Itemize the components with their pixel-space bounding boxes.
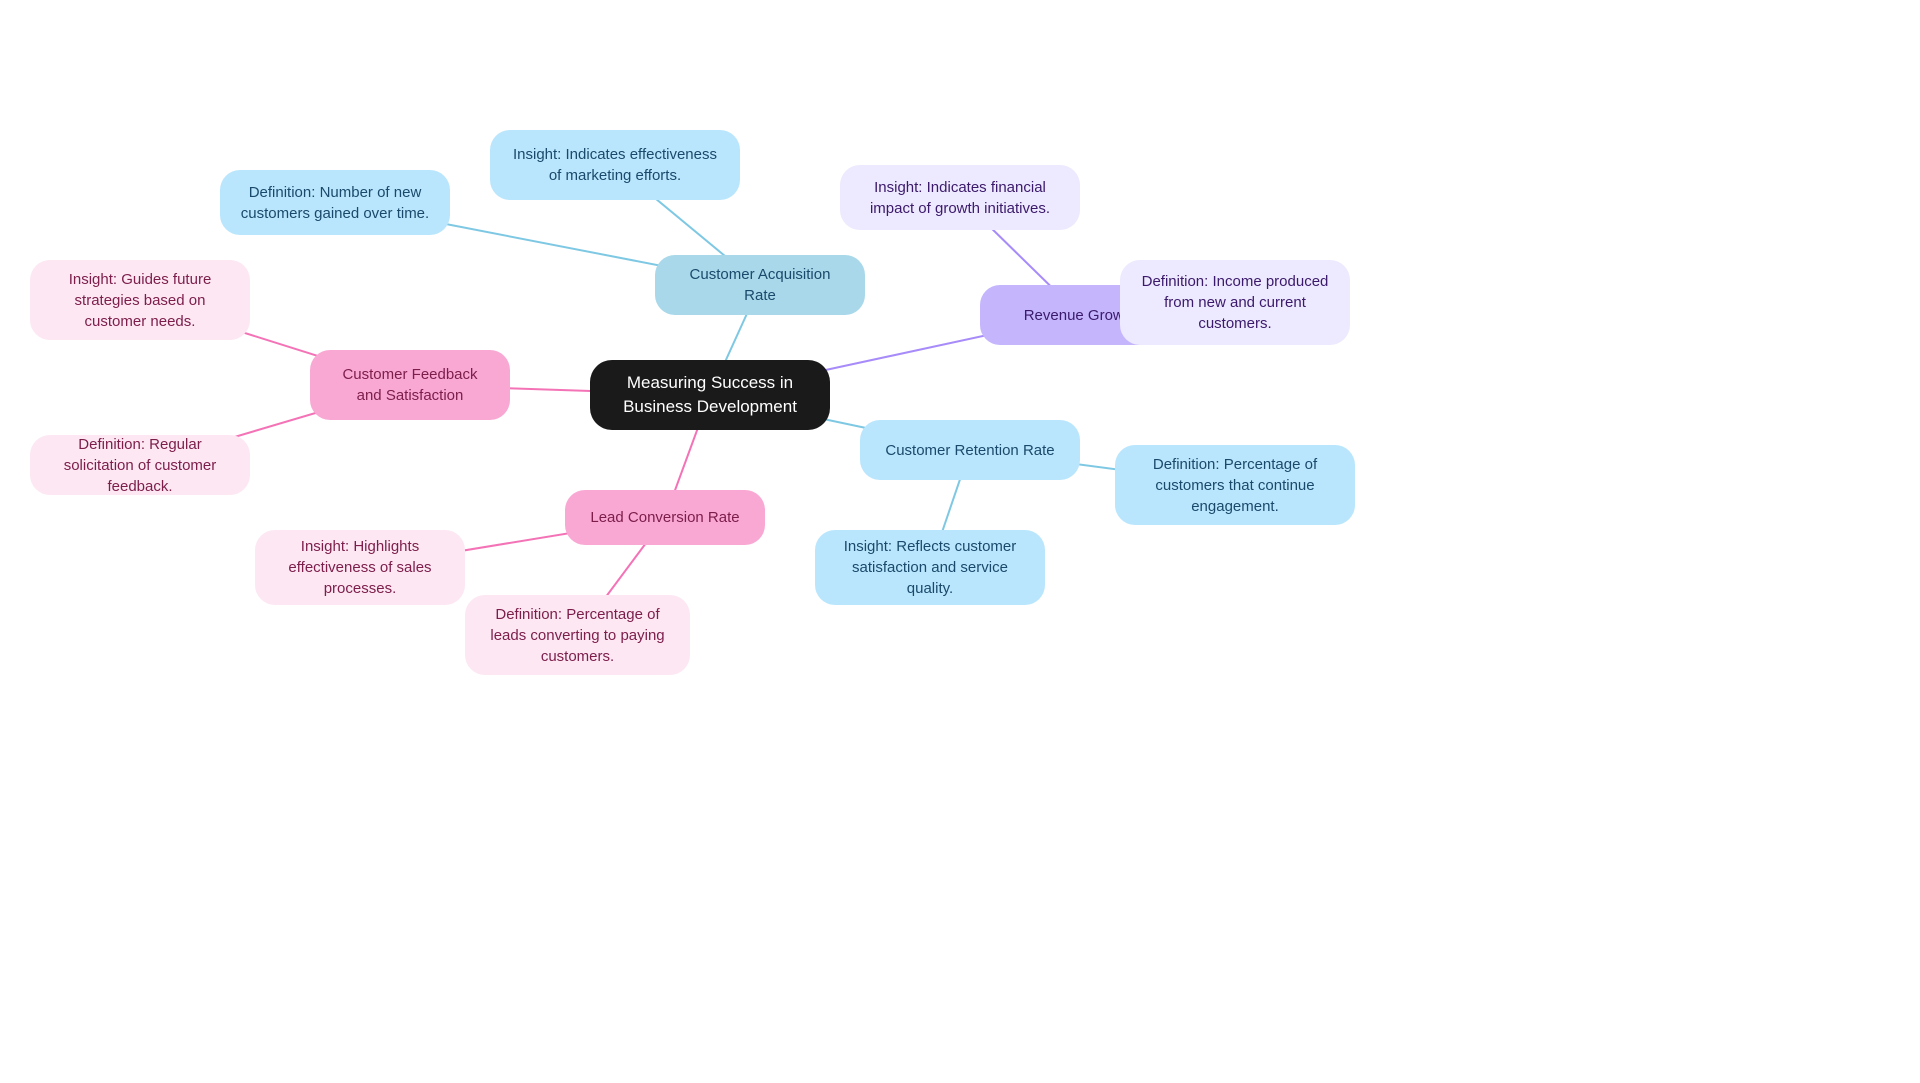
lcr-definition: Definition: Percentage of leads converti… <box>465 595 690 675</box>
customer-acquisition-rate: Customer Acquisition Rate <box>655 255 865 315</box>
lcr-insight: Insight: Highlights effectiveness of sal… <box>255 530 465 605</box>
crr-definition: Definition: Percentage of customers that… <box>1115 445 1355 525</box>
customer-feedback: Customer Feedback and Satisfaction <box>310 350 510 420</box>
car-insight: Insight: Indicates effectiveness of mark… <box>490 130 740 200</box>
center-label: Measuring Success in Business Developmen… <box>608 371 812 419</box>
customer-retention: Customer Retention Rate <box>860 420 1080 480</box>
crr-insight: Insight: Reflects customer satisfaction … <box>815 530 1045 605</box>
rg-definition: Definition: Income produced from new and… <box>1120 260 1350 345</box>
car-definition: Definition: Number of new customers gain… <box>220 170 450 235</box>
rg-insight: Insight: Indicates financial impact of g… <box>840 165 1080 230</box>
cf-insight: Insight: Guides future strategies based … <box>30 260 250 340</box>
cf-definition: Definition: Regular solicitation of cust… <box>30 435 250 495</box>
center-node: Measuring Success in Business Developmen… <box>590 360 830 430</box>
lead-conversion: Lead Conversion Rate <box>565 490 765 545</box>
